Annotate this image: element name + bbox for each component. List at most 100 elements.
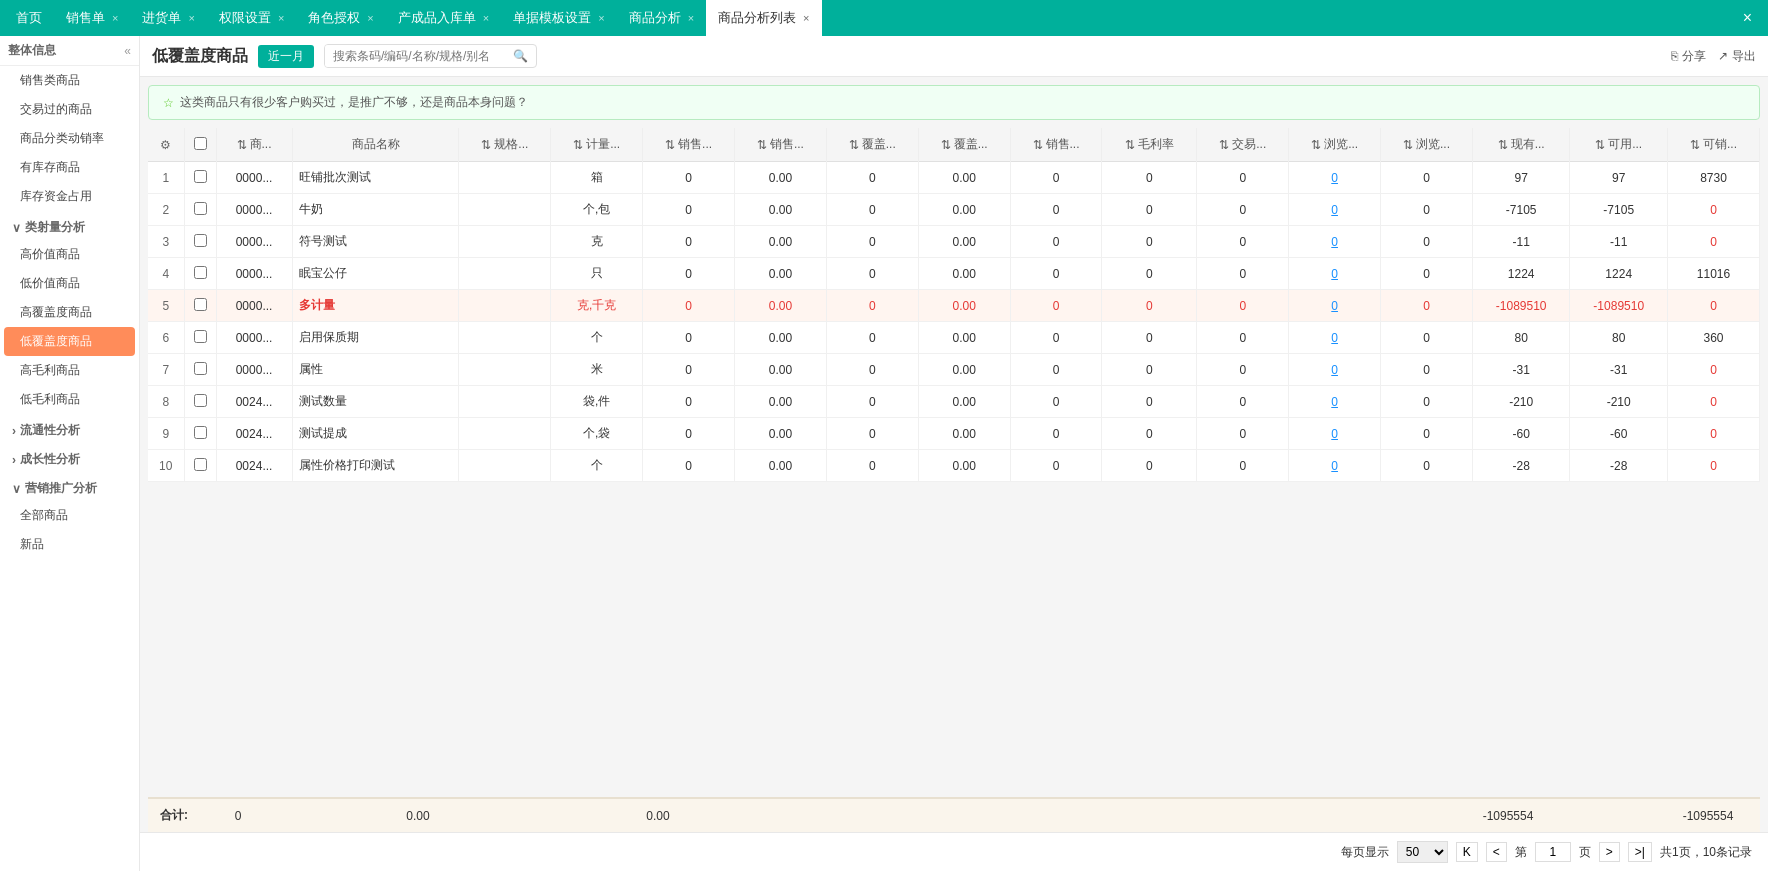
nav-sales[interactable]: 销售单 ×	[54, 0, 130, 36]
page-title: 低覆盖度商品	[152, 46, 248, 67]
row-browse1[interactable]: 0	[1289, 226, 1381, 258]
share-btn[interactable]: ⎘ 分享	[1671, 48, 1706, 65]
browse-link[interactable]: 0	[1331, 235, 1338, 249]
row-checkbox-cell[interactable]	[184, 354, 216, 386]
browse-link[interactable]: 0	[1331, 363, 1338, 377]
sidebar-collapse-btn[interactable]: «	[124, 44, 131, 58]
row-checkbox-cell[interactable]	[184, 418, 216, 450]
sidebar-section-growth[interactable]: › 成长性分析	[0, 443, 139, 472]
nav-close-roles[interactable]: ×	[367, 0, 373, 36]
row-checkbox-cell[interactable]	[184, 386, 216, 418]
nav-finished-goods[interactable]: 产成品入库单 ×	[386, 0, 501, 36]
sidebar-item-new-goods[interactable]: 新品	[0, 530, 139, 559]
window-close-button[interactable]: ×	[1731, 0, 1764, 36]
row-browse2: 0	[1381, 258, 1473, 290]
export-btn[interactable]: ↗ 导出	[1718, 48, 1756, 65]
sidebar-item-low-value[interactable]: 低价值商品	[0, 269, 139, 298]
row-checkbox-cell[interactable]	[184, 194, 216, 226]
browse-link[interactable]: 0	[1331, 331, 1338, 345]
page-number-input[interactable]	[1535, 842, 1571, 862]
sidebar-item-stocked-goods[interactable]: 有库存商品	[0, 153, 139, 182]
sidebar-item-all-goods[interactable]: 全部商品	[0, 501, 139, 530]
sidebar-section-category-analysis[interactable]: ∨ 类射量分析	[0, 211, 139, 240]
browse-link[interactable]: 0	[1331, 299, 1338, 313]
row-browse1[interactable]: 0	[1289, 354, 1381, 386]
table-container[interactable]: ⚙ ⇅商... 商品名称 ⇅规格... ⇅计量... ⇅销售... ⇅销售...…	[140, 128, 1768, 797]
row-checkbox[interactable]	[194, 426, 207, 439]
browse-link[interactable]: 0	[1331, 171, 1338, 185]
row-browse1[interactable]: 0	[1289, 418, 1381, 450]
sidebar-item-traded-goods[interactable]: 交易过的商品	[0, 95, 139, 124]
row-browse1[interactable]: 0	[1289, 450, 1381, 482]
col-header-settings[interactable]: ⚙	[148, 128, 184, 162]
sidebar-item-sales-goods[interactable]: 销售类商品	[0, 66, 139, 95]
date-filter-btn[interactable]: 近一月	[258, 45, 314, 68]
nav-permissions[interactable]: 权限设置 ×	[207, 0, 296, 36]
row-checkbox-cell[interactable]	[184, 322, 216, 354]
browse-link[interactable]: 0	[1331, 203, 1338, 217]
sidebar-item-inventory-funds[interactable]: 库存资金占用	[0, 182, 139, 211]
sidebar-section-marketing[interactable]: ∨ 营销推广分析	[0, 472, 139, 501]
row-checkbox-cell[interactable]	[184, 226, 216, 258]
nav-close-template[interactable]: ×	[598, 0, 604, 36]
nav-product-analysis-list[interactable]: 商品分析列表 ×	[706, 0, 821, 36]
row-checkbox[interactable]	[194, 202, 207, 215]
sidebar-item-high-coverage[interactable]: 高覆盖度商品	[0, 298, 139, 327]
search-icon[interactable]: 🔍	[505, 45, 536, 67]
nav-product-analysis[interactable]: 商品分析 ×	[617, 0, 706, 36]
search-input[interactable]	[325, 45, 505, 67]
nav-close-analysis[interactable]: ×	[688, 0, 694, 36]
row-checkbox[interactable]	[194, 394, 207, 407]
first-page-btn[interactable]: K	[1456, 842, 1478, 862]
nav-close-finished[interactable]: ×	[483, 0, 489, 36]
sidebar-section-liquidity[interactable]: › 流通性分析	[0, 414, 139, 443]
row-checkbox[interactable]	[194, 458, 207, 471]
col-header-sellable: ⇅可销...	[1667, 128, 1759, 162]
row-checkbox[interactable]	[194, 234, 207, 247]
row-browse1[interactable]: 0	[1289, 194, 1381, 226]
browse-link[interactable]: 0	[1331, 427, 1338, 441]
browse-link[interactable]: 0	[1331, 267, 1338, 281]
row-browse1[interactable]: 0	[1289, 386, 1381, 418]
row-checkbox-cell[interactable]	[184, 290, 216, 322]
browse-link[interactable]: 0	[1331, 395, 1338, 409]
nav-template[interactable]: 单据模板设置 ×	[501, 0, 616, 36]
nav-roles[interactable]: 角色授权 ×	[296, 0, 385, 36]
sidebar-item-low-coverage[interactable]: 低覆盖度商品	[4, 327, 135, 356]
row-browse1[interactable]: 0	[1289, 322, 1381, 354]
col-header-checkbox[interactable]	[184, 128, 216, 162]
nav-close-purchase[interactable]: ×	[188, 0, 194, 36]
sidebar-item-high-value[interactable]: 高价值商品	[0, 240, 139, 269]
row-checkbox-cell[interactable]	[184, 162, 216, 194]
nav-home[interactable]: 首页	[4, 0, 54, 36]
nav-close-permissions[interactable]: ×	[278, 0, 284, 36]
row-current: 1224	[1472, 258, 1570, 290]
browse-link[interactable]: 0	[1331, 459, 1338, 473]
row-code: 0024...	[216, 418, 292, 450]
per-page-select[interactable]: 50 20 100 200	[1397, 841, 1448, 863]
row-browse1[interactable]: 0	[1289, 290, 1381, 322]
row-checkbox[interactable]	[194, 266, 207, 279]
row-cover1: 0	[826, 290, 918, 322]
select-all-checkbox[interactable]	[194, 137, 207, 150]
sidebar-item-low-margin[interactable]: 低毛利商品	[0, 385, 139, 414]
row-checkbox[interactable]	[194, 298, 207, 311]
last-page-btn[interactable]: >|	[1628, 842, 1652, 862]
row-checkbox[interactable]	[194, 330, 207, 343]
settings-icon[interactable]: ⚙	[160, 138, 171, 152]
nav-close-analysis-list[interactable]: ×	[803, 0, 809, 36]
sidebar-item-high-margin[interactable]: 高毛利商品	[0, 356, 139, 385]
prev-page-btn[interactable]: <	[1486, 842, 1507, 862]
row-checkbox[interactable]	[194, 362, 207, 375]
nav-purchase[interactable]: 进货单 ×	[130, 0, 206, 36]
row-checkbox-cell[interactable]	[184, 258, 216, 290]
nav-close-sales[interactable]: ×	[112, 0, 118, 36]
row-browse1[interactable]: 0	[1289, 162, 1381, 194]
row-trade: 0	[1197, 418, 1289, 450]
row-checkbox[interactable]	[194, 170, 207, 183]
row-browse1[interactable]: 0	[1289, 258, 1381, 290]
row-checkbox-cell[interactable]	[184, 450, 216, 482]
row-available: -210	[1570, 386, 1668, 418]
sidebar-item-category-rate[interactable]: 商品分类动销率	[0, 124, 139, 153]
next-page-btn[interactable]: >	[1599, 842, 1620, 862]
